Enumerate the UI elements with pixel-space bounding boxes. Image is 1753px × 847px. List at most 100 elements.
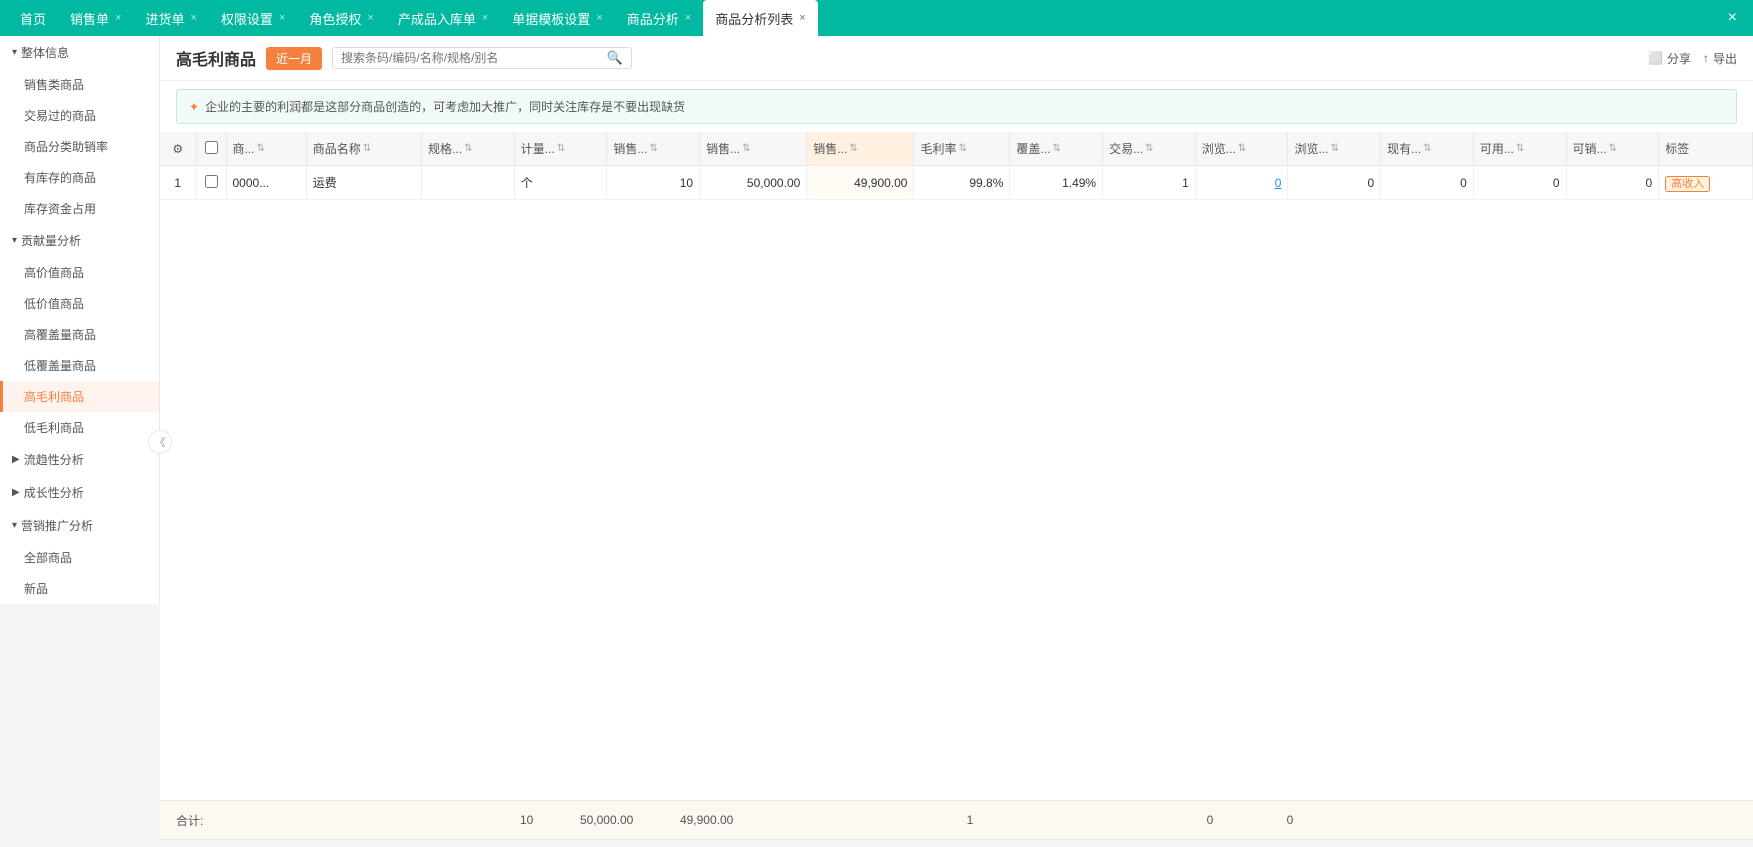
row-checkbox[interactable]	[205, 175, 218, 188]
sidebar-item-sales-goods[interactable]: 销售类商品	[0, 69, 159, 100]
export-icon: ↑	[1703, 51, 1709, 65]
sidebar-item-category-rate[interactable]: 商品分类助销率	[0, 131, 159, 162]
col-browse1[interactable]: 浏览... ⇅	[1195, 132, 1288, 166]
table-header-row: ⚙ 商... ⇅ 商品名称	[160, 132, 1753, 166]
nav-analysis-list[interactable]: 商品分析列表 ×	[703, 0, 817, 36]
sidebar-section-contribution[interactable]: ▾ 贡献量分析	[0, 224, 159, 257]
sort-icon-gross-margin: ⇅	[959, 143, 967, 154]
col-sale-qty[interactable]: 销售... ⇅	[607, 132, 700, 166]
sidebar-item-high-value[interactable]: 高价值商品	[0, 257, 159, 288]
col-available[interactable]: 可用... ⇅	[1473, 132, 1566, 166]
share-icon: ⬜	[1648, 51, 1663, 65]
info-icon: ✦	[189, 100, 199, 114]
content-area: 高毛利商品 近一月 🔍 ⬜ 分享 ↑ 导出 ✦ 企业的主要的利润都是这部分商品创…	[160, 36, 1753, 847]
nav-close-analysis-list[interactable]: ×	[799, 12, 805, 24]
col-name[interactable]: 商品名称 ⇅	[306, 132, 421, 166]
sidebar-collapse-button[interactable]: 《	[148, 430, 172, 454]
sidebar-section-trend[interactable]: ▶ 流趋性分析	[0, 443, 159, 476]
col-sale-amount[interactable]: 销售... ⇅	[700, 132, 807, 166]
cell-spec	[422, 166, 515, 200]
nav-close-product-storage[interactable]: ×	[482, 12, 488, 24]
search-box: 🔍	[332, 47, 632, 69]
footer-cell-sale-profit: 49,900.00	[639, 809, 739, 831]
header-actions: ⬜ 分享 ↑ 导出	[1648, 50, 1737, 67]
cell-unit: 个	[514, 166, 607, 200]
col-sale-profit[interactable]: 销售... ⇅	[807, 132, 914, 166]
table-wrapper: ⚙ 商... ⇅ 商品名称	[160, 132, 1753, 800]
sort-icon-sale-amount: ⇅	[742, 143, 750, 154]
sidebar-section-overall[interactable]: ▾ 整体信息	[0, 36, 159, 69]
nav-close-template[interactable]: ×	[596, 12, 602, 24]
col-current[interactable]: 现有... ⇅	[1381, 132, 1474, 166]
cell-index: 1	[160, 166, 196, 200]
nav-close-analysis[interactable]: ×	[685, 12, 691, 24]
col-checkbox[interactable]	[196, 132, 226, 166]
sort-icon-sale-profit: ⇅	[849, 143, 857, 154]
table-row: 1 0000... 运费	[160, 166, 1753, 200]
sidebar-section-marketing[interactable]: ▾ 营销推广分析	[0, 509, 159, 542]
cell-gross-margin: 99.8%	[914, 166, 1010, 200]
col-gross-margin[interactable]: 毛利率 ⇅	[914, 132, 1010, 166]
sort-icon-spec: ⇅	[464, 143, 472, 154]
sidebar-item-high-coverage[interactable]: 高覆盖量商品	[0, 319, 159, 350]
data-table: ⚙ 商... ⇅ 商品名称	[160, 132, 1753, 200]
nav-close-permission[interactable]: ×	[279, 12, 285, 24]
cell-trade: 1	[1103, 166, 1196, 200]
sidebar-item-low-value[interactable]: 低价值商品	[0, 288, 159, 319]
col-settings[interactable]: ⚙	[160, 132, 196, 166]
footer-cell-browse2	[1059, 809, 1139, 831]
cell-tag: 高收入	[1659, 166, 1753, 200]
cell-sale-amount: 50,000.00	[700, 166, 807, 200]
top-nav: 首页 销售单 × 进货单 × 权限设置 × 角色授权 × 产成品入库单 × 单据…	[0, 0, 1753, 36]
col-tag[interactable]: 标签	[1659, 132, 1753, 166]
col-spec[interactable]: 规格... ⇅	[422, 132, 515, 166]
col-trade[interactable]: 交易... ⇅	[1103, 132, 1196, 166]
col-saleable[interactable]: 可销... ⇅	[1566, 132, 1659, 166]
settings-icon: ⚙	[172, 142, 183, 156]
cell-current: 0	[1381, 166, 1474, 200]
nav-product-storage[interactable]: 产成品入库单 ×	[386, 0, 500, 36]
nav-close-sales[interactable]: ×	[115, 12, 121, 24]
sidebar-item-low-coverage[interactable]: 低覆盖量商品	[0, 350, 159, 381]
sidebar-item-low-margin[interactable]: 低毛利商品	[0, 412, 159, 443]
nav-role[interactable]: 角色授权 ×	[297, 0, 385, 36]
cell-browse1[interactable]: 0	[1195, 166, 1288, 200]
nav-permission[interactable]: 权限设置 ×	[209, 0, 297, 36]
sidebar-item-all-goods[interactable]: 全部商品	[0, 542, 159, 573]
cell-saleable: 0	[1566, 166, 1659, 200]
col-code[interactable]: 商... ⇅	[226, 132, 306, 166]
cell-available: 0	[1473, 166, 1566, 200]
sidebar-item-stock-capital[interactable]: 库存资金占用	[0, 193, 159, 224]
cell-sale-qty: 10	[607, 166, 700, 200]
nav-sales[interactable]: 销售单 ×	[58, 0, 133, 36]
sidebar-container: ▾ 整体信息 销售类商品 交易过的商品 商品分类助销率 有库存的商品 库存资金占…	[0, 36, 160, 847]
sidebar-item-new-goods[interactable]: 新品	[0, 573, 159, 604]
search-icon[interactable]: 🔍	[607, 50, 623, 66]
nav-close-role[interactable]: ×	[367, 12, 373, 24]
window-close-button[interactable]: ×	[1720, 9, 1745, 27]
sidebar-item-high-margin[interactable]: 高毛利商品	[0, 381, 159, 412]
sort-icon-unit: ⇅	[557, 143, 565, 154]
sort-icon-name: ⇅	[363, 143, 371, 154]
col-browse2[interactable]: 浏览... ⇅	[1288, 132, 1381, 166]
filter-button[interactable]: 近一月	[266, 47, 322, 70]
nav-home[interactable]: 首页	[8, 0, 58, 36]
select-all-checkbox[interactable]	[205, 141, 218, 154]
nav-template[interactable]: 单据模板设置 ×	[500, 0, 614, 36]
sidebar-item-traded-goods[interactable]: 交易过的商品	[0, 100, 159, 131]
sidebar-item-in-stock[interactable]: 有库存的商品	[0, 162, 159, 193]
bottom-scrollbar[interactable]	[160, 839, 1753, 847]
cell-coverage: 1.49%	[1010, 166, 1103, 200]
cell-checkbox[interactable]	[196, 166, 226, 200]
col-unit[interactable]: 计量... ⇅	[514, 132, 607, 166]
search-input[interactable]	[341, 51, 607, 65]
nav-analysis[interactable]: 商品分析 ×	[615, 0, 703, 36]
sidebar-section-growth[interactable]: ▶ 成长性分析	[0, 476, 159, 509]
sort-icon-code: ⇅	[257, 143, 265, 154]
nav-purchase[interactable]: 进货单 ×	[133, 0, 208, 36]
cell-browse2: 0	[1288, 166, 1381, 200]
nav-close-purchase[interactable]: ×	[190, 12, 196, 24]
share-button[interactable]: ⬜ 分享	[1648, 50, 1691, 67]
export-button[interactable]: ↑ 导出	[1703, 50, 1737, 67]
col-coverage[interactable]: 覆盖... ⇅	[1010, 132, 1103, 166]
